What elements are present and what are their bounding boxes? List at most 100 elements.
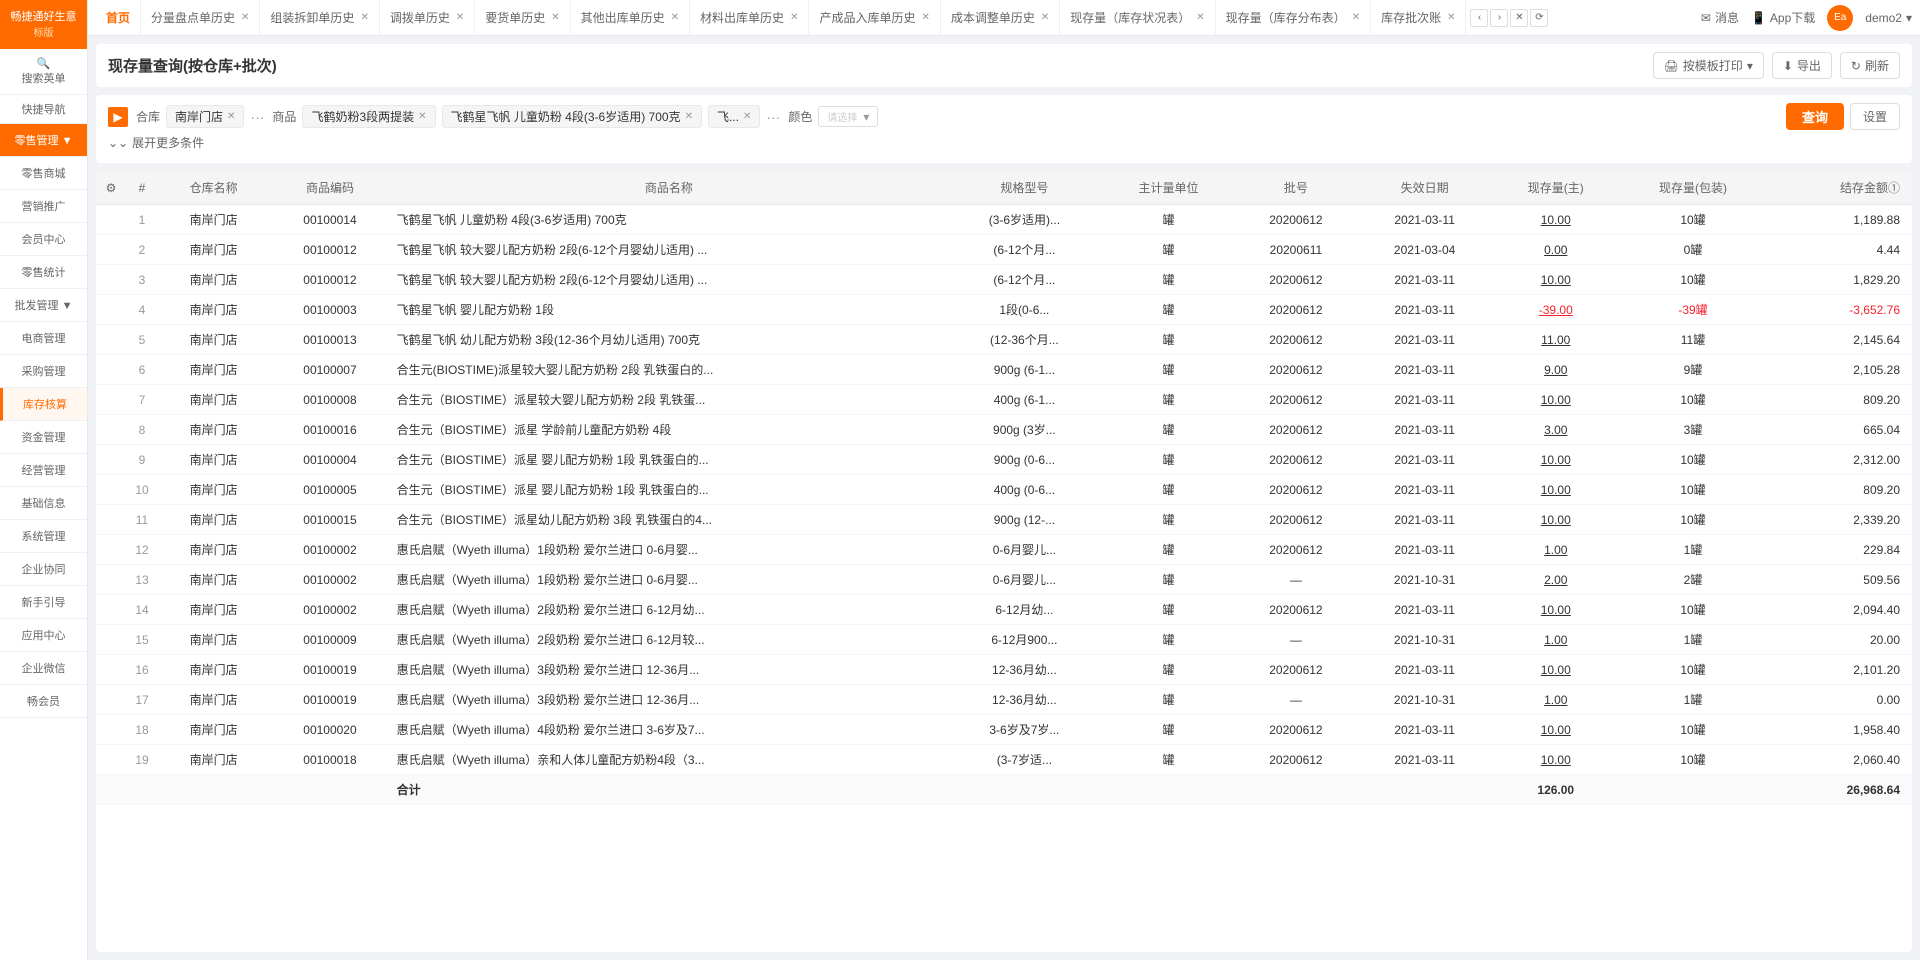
- cell-stock-main[interactable]: 10.00: [1493, 505, 1619, 535]
- query-button[interactable]: 查询: [1786, 103, 1844, 130]
- message-btn[interactable]: ✉ 消息: [1701, 9, 1739, 26]
- sidebar-item-member2[interactable]: 畅会员: [0, 685, 87, 718]
- cell-stock-main[interactable]: 10.00: [1493, 715, 1619, 745]
- cell-stock-main[interactable]: 10.00: [1493, 265, 1619, 295]
- cell-code: 00100002: [269, 595, 390, 625]
- sidebar-item-retail-stats[interactable]: 零售统计: [0, 256, 87, 289]
- nav-tab-7[interactable]: 成本调整单历史 ✕: [941, 0, 1060, 36]
- nav-tab-10[interactable]: 库存批次账 ✕: [1371, 0, 1466, 36]
- cell-stock-main[interactable]: 3.00: [1493, 415, 1619, 445]
- nav-tab-9[interactable]: 现存量（库存分布表） ✕: [1216, 0, 1371, 36]
- remove-product-tag-1-icon[interactable]: ✕: [685, 111, 693, 122]
- sidebar-logo[interactable]: 畅捷通好生意 标版: [0, 0, 87, 49]
- cell-stock-main[interactable]: 0.00: [1493, 235, 1619, 265]
- nav-tab-6[interactable]: 产成品入库单历史 ✕: [809, 0, 940, 36]
- nav-tab-3[interactable]: 要货单历史 ✕: [475, 0, 570, 36]
- cell-stock-main[interactable]: 10.00: [1493, 445, 1619, 475]
- sidebar-item-wholesale[interactable]: 批发管理 ▼: [0, 289, 87, 322]
- th-balance: 结存金额①: [1767, 171, 1912, 205]
- close-tab-7-icon[interactable]: ✕: [1041, 0, 1049, 36]
- color-select[interactable]: 请选择 ▾: [818, 106, 878, 127]
- export-button[interactable]: ⬇ 导出: [1772, 52, 1832, 79]
- cell-stock-main[interactable]: 10.00: [1493, 595, 1619, 625]
- cell-stock-main[interactable]: -39.00: [1493, 295, 1619, 325]
- close-tab-4-icon[interactable]: ✕: [671, 0, 679, 36]
- setting-button[interactable]: 设置: [1850, 103, 1900, 130]
- remove-product-tag-0-icon[interactable]: ✕: [418, 111, 426, 122]
- sidebar-search[interactable]: 🔍 搜索英单: [0, 49, 87, 95]
- nav-prev-icon[interactable]: ‹: [1470, 9, 1488, 27]
- cell-unit: 罐: [1102, 265, 1236, 295]
- product-tag-more[interactable]: 飞... ✕: [708, 105, 760, 128]
- close-tab-2-icon[interactable]: ✕: [456, 0, 464, 36]
- warehouse-more-icon[interactable]: ···: [250, 109, 264, 125]
- product-tag-0[interactable]: 飞鹤奶粉3段两提装 ✕: [302, 105, 435, 128]
- refresh-button[interactable]: ↻ 刷新: [1840, 52, 1900, 79]
- filter-toggle-btn[interactable]: ▶: [108, 107, 128, 127]
- sidebar-item-retail-mall[interactable]: 零售商城: [0, 157, 87, 190]
- nav-tab-2[interactable]: 调拨单历史 ✕: [380, 0, 475, 36]
- cell-stock-main[interactable]: 10.00: [1493, 655, 1619, 685]
- table-row: 7南岸门店00100008合生元（BIOSTIME）派星较大婴儿配方奶粉 2段 …: [96, 385, 1912, 415]
- remove-more-tag-icon[interactable]: ✕: [743, 111, 751, 122]
- print-button[interactable]: 🖨 按模板打印 ▾: [1653, 52, 1764, 79]
- sidebar-item-marketing[interactable]: 营销推广: [0, 190, 87, 223]
- sidebar-item-purchase[interactable]: 采购管理: [0, 355, 87, 388]
- cell-warehouse: 南岸门店: [158, 655, 269, 685]
- close-tab-3-icon[interactable]: ✕: [551, 0, 559, 36]
- product-tag-1[interactable]: 飞鹤星飞帆 儿童奶粉 4段(3-6岁适用) 700克 ✕: [442, 105, 702, 128]
- username-btn[interactable]: demo2 ▾: [1865, 11, 1912, 25]
- nav-tab-5[interactable]: 材料出库单历史 ✕: [690, 0, 809, 36]
- warehouse-tag[interactable]: 南岸门店 ✕: [166, 105, 244, 128]
- cell-stock-main[interactable]: 1.00: [1493, 685, 1619, 715]
- cell-name: 飞鹤星飞帆 较大婴儿配方奶粉 2段(6-12个月婴幼儿适用) ...: [391, 265, 947, 295]
- sidebar-item-wechat[interactable]: 企业微信: [0, 652, 87, 685]
- remove-warehouse-tag-icon[interactable]: ✕: [227, 111, 235, 122]
- sidebar-item-finance[interactable]: 资金管理: [0, 421, 87, 454]
- download-icon: 📱: [1751, 11, 1766, 25]
- user-avatar[interactable]: Ea: [1827, 5, 1853, 31]
- cell-stock-pack: 10罐: [1619, 715, 1767, 745]
- close-tab-1-icon[interactable]: ✕: [360, 0, 368, 36]
- sidebar-item-basics[interactable]: 基础信息: [0, 487, 87, 520]
- th-settings[interactable]: ⚙: [96, 171, 126, 205]
- close-current-tab-icon[interactable]: ✕: [1510, 9, 1528, 27]
- nav-tab-1[interactable]: 组装拆卸单历史 ✕: [260, 0, 379, 36]
- cell-stock-pack: 10罐: [1619, 745, 1767, 775]
- sidebar-item-appstore[interactable]: 应用中心: [0, 619, 87, 652]
- sidebar-item-retail-mgmt[interactable]: 零售管理 ▼: [0, 124, 87, 157]
- cell-stock-main[interactable]: 10.00: [1493, 385, 1619, 415]
- refresh-page-icon[interactable]: ⟳: [1530, 9, 1548, 27]
- nav-next-icon[interactable]: ›: [1490, 9, 1508, 27]
- expand-more-btn[interactable]: ⌄⌄ 展开更多条件: [108, 130, 1900, 155]
- nav-tab-0[interactable]: 分量盘点单历史 ✕: [141, 0, 260, 36]
- nav-home[interactable]: 首页: [96, 0, 141, 36]
- sidebar-item-newbie[interactable]: 新手引导: [0, 586, 87, 619]
- nav-tab-8[interactable]: 现存量（库存状况表） ✕: [1060, 0, 1215, 36]
- sidebar-item-ecommerce[interactable]: 电商管理: [0, 322, 87, 355]
- cell-stock-main[interactable]: 11.00: [1493, 325, 1619, 355]
- app-download-btn[interactable]: 📱 App下载: [1751, 9, 1815, 26]
- export-icon: ⬇: [1783, 59, 1793, 73]
- cell-stock-main[interactable]: 10.00: [1493, 745, 1619, 775]
- cell-stock-main[interactable]: 9.00: [1493, 355, 1619, 385]
- sidebar-item-inventory[interactable]: 库存核算: [0, 388, 87, 421]
- close-tab-10-icon[interactable]: ✕: [1447, 0, 1455, 36]
- close-tab-6-icon[interactable]: ✕: [921, 0, 929, 36]
- sidebar-item-enterprise[interactable]: 企业协同: [0, 553, 87, 586]
- close-tab-8-icon[interactable]: ✕: [1196, 0, 1204, 36]
- sidebar-item-system[interactable]: 系统管理: [0, 520, 87, 553]
- cell-stock-main[interactable]: 2.00: [1493, 565, 1619, 595]
- cell-stock-main[interactable]: 10.00: [1493, 475, 1619, 505]
- cell-stock-main[interactable]: 1.00: [1493, 625, 1619, 655]
- sidebar-quick-nav[interactable]: 快捷导航: [0, 95, 87, 124]
- sidebar-item-member[interactable]: 会员中心: [0, 223, 87, 256]
- close-tab-5-icon[interactable]: ✕: [790, 0, 798, 36]
- close-tab-9-icon[interactable]: ✕: [1352, 0, 1360, 36]
- nav-tab-4[interactable]: 其他出库单历史 ✕: [571, 0, 690, 36]
- product-more-icon[interactable]: ···: [766, 109, 780, 125]
- cell-stock-main[interactable]: 10.00: [1493, 205, 1619, 235]
- cell-stock-main[interactable]: 1.00: [1493, 535, 1619, 565]
- close-tab-0-icon[interactable]: ✕: [241, 0, 249, 36]
- sidebar-item-operations[interactable]: 经营管理: [0, 454, 87, 487]
